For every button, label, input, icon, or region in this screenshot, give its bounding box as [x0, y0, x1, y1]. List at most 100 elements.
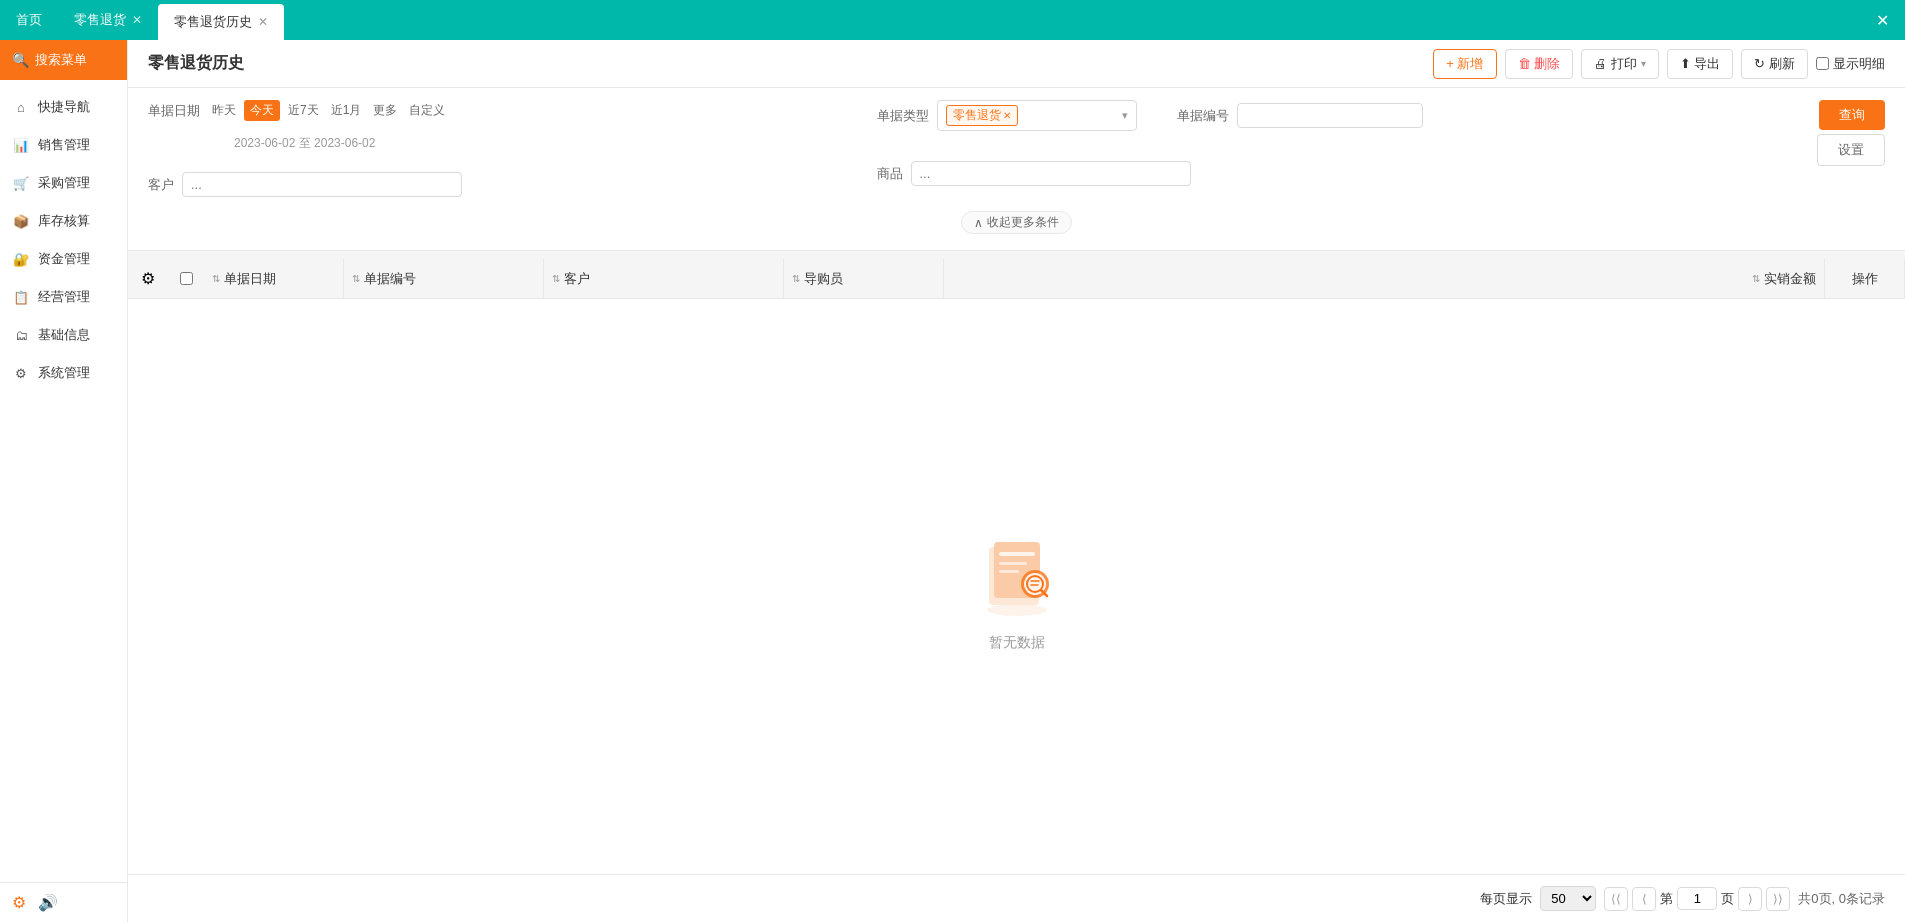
sidebar-item-purchase[interactable]: 🛒 采购管理 — [0, 164, 127, 202]
sidebar-item-basic-info-label: 基础信息 — [38, 326, 90, 344]
filter-customer-input[interactable] — [182, 172, 462, 197]
tab-retail-return[interactable]: 零售退货 ✕ — [58, 0, 158, 40]
sidebar-item-inventory-label: 库存核算 — [38, 212, 90, 230]
print-button[interactable]: 🖨 打印 ▾ — [1581, 49, 1659, 79]
date-opt-today[interactable]: 今天 — [244, 100, 280, 121]
filter-customer-label: 客户 — [148, 176, 174, 194]
filter-goods-row: 商品 — [877, 161, 1606, 186]
filter-doctype-label: 单据类型 — [877, 107, 929, 125]
refresh-button[interactable]: ↻ 刷新 — [1741, 49, 1808, 79]
date-opt-custom[interactable]: 自定义 — [405, 100, 449, 121]
print-dropdown-icon: ▾ — [1641, 58, 1646, 69]
page-last-btn[interactable]: ⟩⟩ — [1766, 887, 1790, 911]
th-date[interactable]: ⇅ 单据日期 — [204, 259, 344, 298]
sidebar-item-system[interactable]: ⚙ 系统管理 — [0, 354, 127, 392]
sidebar-item-sales-label: 销售管理 — [38, 136, 90, 154]
finance-icon: 🔐 — [12, 250, 30, 268]
page-first-btn[interactable]: ⟨⟨ — [1604, 887, 1628, 911]
sidebar-search[interactable]: 🔍 搜索菜单 — [0, 40, 127, 80]
tab-home[interactable]: 首页 — [0, 0, 58, 40]
tab-retail-return-history-label: 零售退货历史 — [174, 13, 252, 31]
sidebar-item-sales[interactable]: 📊 销售管理 — [0, 126, 127, 164]
th-settings[interactable]: ⚙ — [128, 269, 168, 288]
th-customer-label: 客户 — [564, 270, 590, 288]
filter-docnum-label: 单据编号 — [1177, 107, 1229, 125]
th-customer[interactable]: ⇅ 客户 — [544, 259, 784, 298]
filter-type-tag-close[interactable]: ✕ — [1003, 110, 1011, 121]
filter-customer-row: 客户 — [148, 172, 877, 197]
date-opt-7days[interactable]: 近7天 — [284, 100, 323, 121]
date-opt-more[interactable]: 更多 — [369, 100, 401, 121]
filter-doctype-item: 单据类型 零售退货 ✕ ▾ — [877, 100, 1137, 131]
page-prev-btn[interactable]: ⟨ — [1632, 887, 1656, 911]
filter-type-dropdown-arrow: ▾ — [1122, 109, 1128, 122]
refresh-button-label: ↻ 刷新 — [1754, 55, 1795, 73]
filter-goods-item: 商品 — [877, 161, 1191, 186]
delete-button[interactable]: 🗑 删除 — [1505, 49, 1574, 79]
th-amount[interactable]: ⇅ 实销金额 — [1685, 259, 1825, 298]
sidebar-item-finance[interactable]: 🔐 资金管理 — [0, 240, 127, 278]
filter-goods-input[interactable] — [911, 161, 1191, 186]
page-number-input[interactable] — [1677, 887, 1717, 910]
page-size-select[interactable]: 20 50 100 — [1540, 886, 1596, 911]
volume-icon[interactable]: 🔊 — [38, 893, 58, 912]
select-all-checkbox[interactable] — [180, 272, 193, 285]
page-next-btn[interactable]: ⟩ — [1738, 887, 1762, 911]
filter-doctype-row: 单据类型 零售退货 ✕ ▾ 单据编号 — [877, 100, 1606, 131]
sidebar-item-quick-nav[interactable]: ⌂ 快捷导航 — [0, 88, 127, 126]
th-docnum-label: 单据编号 — [364, 270, 416, 288]
collapse-row: ∧ 收起更多条件 — [148, 207, 1885, 238]
sidebar-item-business[interactable]: 📋 经营管理 — [0, 278, 127, 316]
empty-state: 暂无数据 — [128, 299, 1905, 874]
filter-middle: 单据类型 零售退货 ✕ ▾ 单据编号 — [877, 100, 1606, 196]
th-amount-label: 实销金额 — [1764, 270, 1816, 288]
page-total: 共0页, 0条记录 — [1798, 890, 1885, 908]
new-button-label: + 新增 — [1446, 55, 1483, 73]
inventory-icon: 📦 — [12, 212, 30, 230]
main-layout: 🔍 搜索菜单 ⌂ 快捷导航 📊 销售管理 🛒 采购管理 📦 库存核算 🔐 — [0, 40, 1905, 922]
collapse-button[interactable]: ∧ 收起更多条件 — [961, 211, 1072, 234]
display-detail-checkbox[interactable] — [1816, 57, 1829, 70]
sort-icon-docnum: ⇅ — [352, 273, 360, 284]
search-icon: 🔍 — [12, 52, 29, 68]
display-detail-label: 显示明细 — [1833, 55, 1885, 73]
tab-bar: 首页 零售退货 ✕ 零售退货历史 ✕ — [0, 0, 1876, 40]
th-operation-label: 操作 — [1852, 270, 1878, 288]
filter-settings-button-label: 设置 — [1838, 142, 1864, 157]
sidebar-item-purchase-label: 采购管理 — [38, 174, 90, 192]
th-docnum[interactable]: ⇅ 单据编号 — [344, 259, 544, 298]
date-opt-yesterday[interactable]: 昨天 — [208, 100, 240, 121]
settings-icon[interactable]: ⚙ — [12, 893, 26, 912]
export-button-label: ⬆ 导出 — [1680, 55, 1721, 73]
date-opt-1month[interactable]: 近1月 — [327, 100, 366, 121]
filter-type-selector[interactable]: 零售退货 ✕ ▾ — [937, 100, 1137, 131]
tab-retail-return-label: 零售退货 — [74, 11, 126, 29]
th-date-label: 单据日期 — [224, 270, 276, 288]
tab-retail-return-history[interactable]: 零售退货历史 ✕ — [158, 4, 284, 40]
svg-rect-4 — [999, 562, 1027, 565]
tab-retail-return-history-close[interactable]: ✕ — [258, 15, 268, 29]
window-close-btn[interactable]: ✕ — [1876, 11, 1889, 30]
display-detail-toggle: 显示明细 — [1816, 55, 1885, 73]
filter-date-range: 2023-06-02 至 2023-06-02 — [234, 135, 375, 152]
new-button[interactable]: + 新增 — [1433, 49, 1496, 79]
query-button[interactable]: 查询 — [1819, 100, 1885, 130]
th-checkbox[interactable] — [168, 272, 204, 285]
filter-settings-button[interactable]: 设置 — [1817, 134, 1885, 166]
tab-retail-return-close[interactable]: ✕ — [132, 13, 142, 27]
th-guide[interactable]: ⇅ 导购员 — [784, 259, 944, 298]
table-settings-icon: ⚙ — [141, 269, 155, 288]
tab-home-label: 首页 — [16, 11, 42, 29]
filter-goods-label: 商品 — [877, 165, 903, 183]
export-button[interactable]: ⬆ 导出 — [1667, 49, 1734, 79]
filter-right: 查询 设置 — [1605, 100, 1885, 166]
empty-icon — [967, 522, 1067, 622]
filter-date-options: 昨天 今天 近7天 近1月 更多 自定义 — [208, 100, 449, 121]
collapse-label: 收起更多条件 — [987, 214, 1059, 231]
filter-docnum-input[interactable] — [1237, 103, 1423, 128]
filter-type-tag: 零售退货 ✕ — [946, 105, 1018, 126]
sidebar-item-inventory[interactable]: 📦 库存核算 — [0, 202, 127, 240]
filter-area: 单据日期 昨天 今天 近7天 近1月 更多 自定义 — [128, 88, 1905, 251]
th-operation: 操作 — [1825, 259, 1905, 298]
sidebar-item-basic-info[interactable]: 🗂 基础信息 — [0, 316, 127, 354]
